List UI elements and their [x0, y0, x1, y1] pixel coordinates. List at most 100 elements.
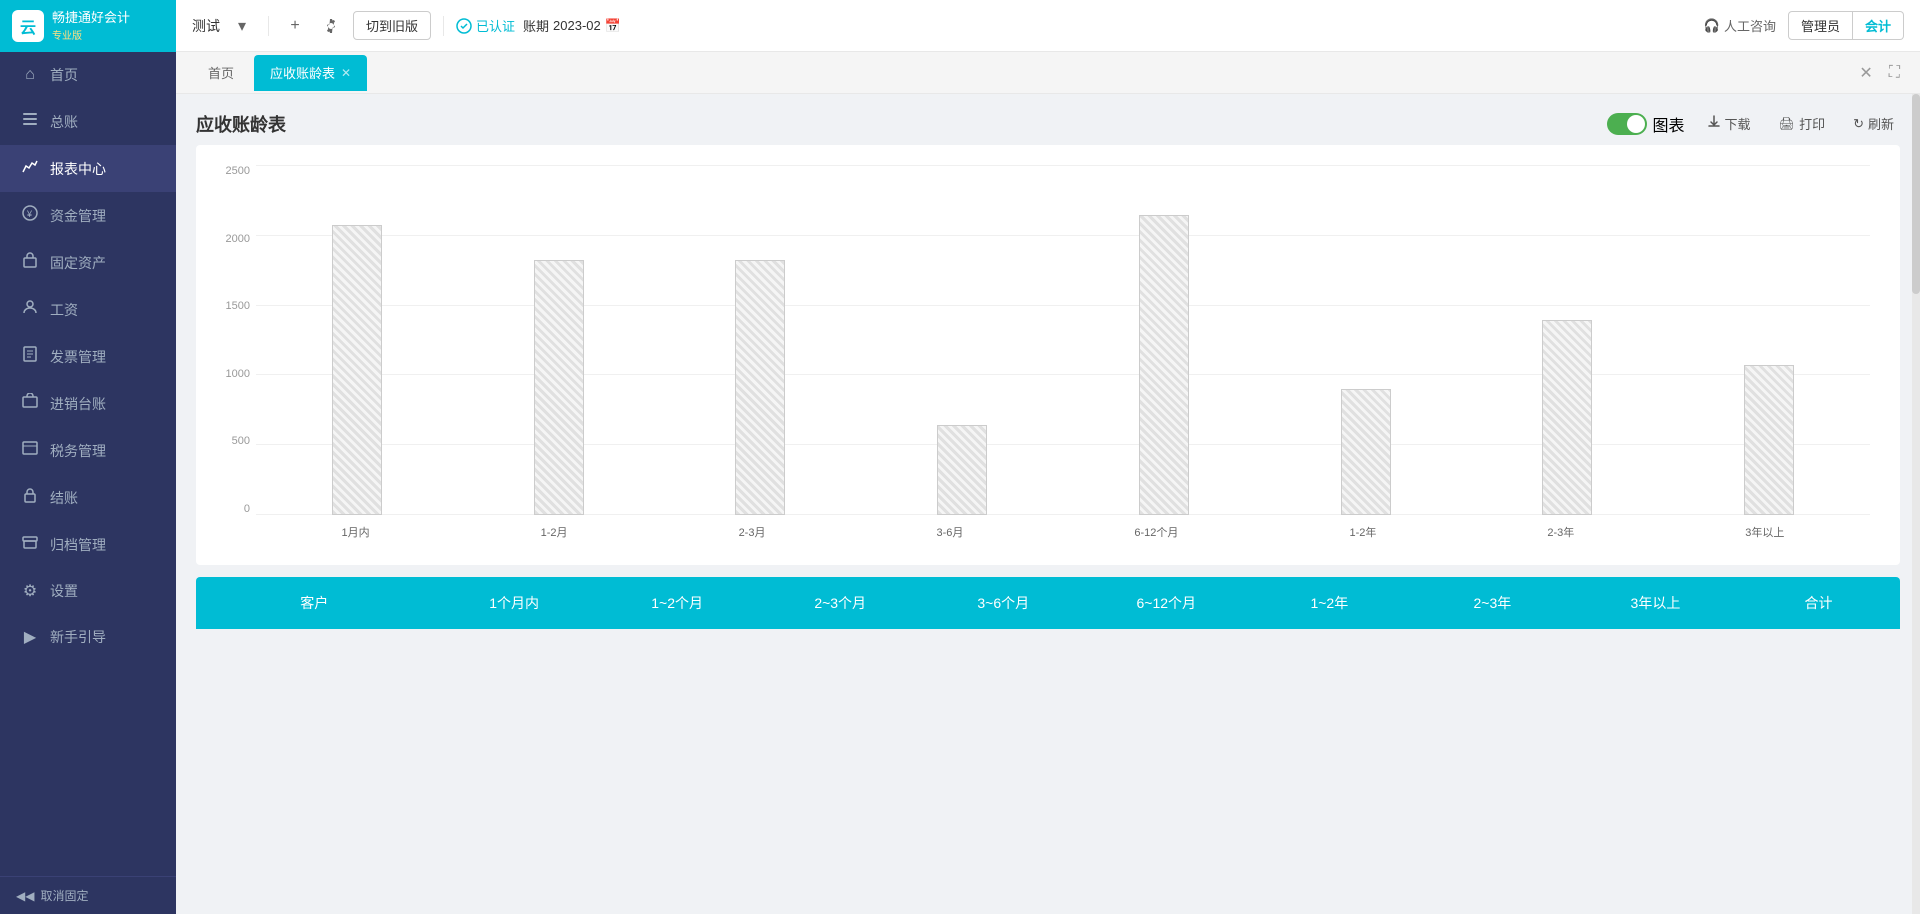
sidebar-label-guide: 新手引导: [50, 627, 106, 647]
tab-home[interactable]: 首页: [192, 55, 250, 91]
sidebar-item-assets[interactable]: 固定资产: [0, 239, 176, 286]
workspace-dropdown-button[interactable]: ▾: [228, 12, 256, 40]
y-label-1500: 1500: [206, 300, 250, 312]
bar-group-m2-3: [735, 260, 785, 515]
x-label-y2-3: 2-3年: [1547, 524, 1574, 540]
logo-title: 畅捷通好会计: [52, 10, 130, 27]
logo-text-block: 畅捷通好会计 专业版: [52, 10, 130, 42]
bar-group-y2-3: [1542, 320, 1592, 515]
col-m3-6-label: 3~6个月: [977, 595, 1029, 611]
sidebar-item-home[interactable]: ⌂ 首页: [0, 52, 176, 98]
print-icon: 🖨: [1779, 116, 1796, 132]
x-label-m6-12: 6-12个月: [1134, 524, 1178, 540]
bar-y3plus: [1744, 365, 1794, 515]
bar-group-y3plus: [1744, 365, 1794, 515]
switch-version-button[interactable]: 切到旧版: [353, 11, 431, 40]
sidebar-item-payroll[interactable]: 工资: [0, 286, 176, 333]
sidebar-label-tax: 税务管理: [50, 441, 106, 461]
headset-icon: 🎧: [1704, 18, 1720, 34]
bar-m1-2: [534, 260, 584, 515]
topbar-divider-1: [268, 16, 269, 36]
sidebar-item-archive[interactable]: 归档管理: [0, 521, 176, 568]
toggle-track[interactable]: [1607, 113, 1647, 135]
print-label: 打印: [1799, 114, 1825, 133]
tabbar: 首页 应收账龄表 ✕ ✕ ⛶: [176, 52, 1920, 94]
col-y2-3-label: 2~3年: [1474, 595, 1512, 611]
close-tab-button[interactable]: ✕: [1855, 59, 1876, 87]
sidebar-label-close: 结账: [50, 488, 78, 508]
tax-icon: [20, 440, 40, 461]
col-m1-2-label: 1~2个月: [651, 595, 703, 611]
unpin-label: 取消固定: [40, 887, 88, 904]
col-y3plus-label: 3年以上: [1631, 595, 1681, 611]
sidebar-item-close[interactable]: 结账: [0, 474, 176, 521]
bar-y1-2: [1341, 389, 1391, 515]
print-button[interactable]: 🖨 打印: [1773, 110, 1832, 137]
sidebar-item-reports[interactable]: 报表中心: [0, 145, 176, 192]
y-label-2500: 2500: [206, 165, 250, 177]
sidebar-item-ledger[interactable]: 总账: [0, 98, 176, 145]
bar-group-y1-2: [1341, 389, 1391, 515]
ledger-icon: [20, 111, 40, 132]
sidebar-item-guide[interactable]: ▶ 新手引导: [0, 614, 176, 660]
chart-inner: 0 500 1000 1500 2000 2500: [196, 145, 1900, 565]
role-button[interactable]: 会计: [1853, 11, 1904, 40]
y-label-0: 0: [206, 503, 250, 515]
download-button[interactable]: 下载: [1701, 110, 1757, 137]
sidebar-item-settings[interactable]: ⚙ 设置: [0, 568, 176, 614]
page-content: 应收账龄表 图表 下载 🖨 打印: [176, 94, 1920, 914]
sidebar-label-invoice: 发票管理: [50, 347, 106, 367]
chart-toggle[interactable]: 图表: [1607, 112, 1685, 136]
period-text: 账期: [523, 16, 549, 35]
reports-icon: [20, 158, 40, 179]
refresh-icon: ↻: [1853, 116, 1864, 132]
bar-group-m3-6: [937, 425, 987, 515]
col-header-y3plus: 3年以上: [1574, 593, 1737, 613]
x-labels: 1月内 1-2月 2-3月 3-6月 6-12个月 1-2年 2-3年 3年以上: [256, 519, 1870, 545]
tab-ar-aging[interactable]: 应收账龄表 ✕: [254, 55, 367, 91]
col-header-m1-2: 1~2个月: [596, 593, 759, 613]
user-button[interactable]: 管理员: [1788, 11, 1853, 40]
scrollbar[interactable]: [1912, 94, 1920, 914]
tabbar-right-actions: ✕ ⛶: [1855, 59, 1904, 87]
sidebar-item-funds[interactable]: ¥ 资金管理: [0, 192, 176, 239]
tab-ar-aging-close[interactable]: ✕: [341, 66, 351, 80]
sidebar-item-tax[interactable]: 税务管理: [0, 427, 176, 474]
y-axis: 0 500 1000 1500 2000 2500: [206, 165, 250, 515]
sidebar-item-inventory[interactable]: 进销台账: [0, 380, 176, 427]
x-label-m2-3: 2-3月: [739, 524, 766, 540]
bar-m3-6: [937, 425, 987, 515]
sidebar-label-funds: 资金管理: [50, 206, 106, 226]
sidebar-item-invoice[interactable]: 发票管理: [0, 333, 176, 380]
bar-group-m6-12: [1139, 215, 1189, 515]
settings-gear-button[interactable]: [317, 12, 345, 40]
unpin-button[interactable]: ◀◀ 取消固定: [0, 876, 176, 914]
col-header-m2-3: 2~3个月: [759, 593, 922, 613]
refresh-button[interactable]: ↻ 刷新: [1847, 110, 1900, 137]
bar-group-m1-2: [534, 260, 584, 515]
chart-area: 0 500 1000 1500 2000 2500: [256, 165, 1870, 545]
col-header-m6-12: 6~12个月: [1085, 593, 1248, 613]
col-header-m1: 1个月内: [433, 593, 596, 613]
bar-group-m1: [332, 225, 382, 515]
sidebar-label-ledger: 总账: [50, 112, 78, 132]
topbar-right: 🎧 人工咨询 管理员 会计: [1704, 11, 1904, 40]
home-icon: ⌂: [20, 66, 40, 84]
y-label-2000: 2000: [206, 233, 250, 245]
col-m1-label: 1个月内: [489, 595, 539, 611]
support-label: 人工咨询: [1724, 16, 1776, 35]
col-header-customer: 客户: [196, 593, 433, 613]
col-total-label: 合计: [1804, 595, 1832, 611]
sidebar-nav: ⌂ 首页 总账 报表中心 ¥ 资金管理 固定资产: [0, 52, 176, 876]
expand-tab-button[interactable]: ⛶: [1885, 60, 1904, 86]
user-role-buttons: 管理员 会计: [1788, 11, 1904, 40]
table-header: 客户 1个月内 1~2个月 2~3个月 3~6个月 6~12个月 1~2年 2~…: [196, 577, 1900, 629]
calendar-icon: 📅: [605, 18, 621, 34]
toggle-label: 图表: [1653, 112, 1685, 136]
add-workspace-button[interactable]: +: [281, 12, 309, 40]
sidebar: 云 畅捷通好会计 专业版 ⌂ 首页 总账 报表中心 ¥ 资金管理: [0, 0, 176, 914]
topbar-divider-2: [443, 16, 444, 36]
x-label-m1: 1月内: [342, 524, 370, 540]
support-button[interactable]: 🎧 人工咨询: [1704, 16, 1776, 35]
sidebar-label-settings: 设置: [50, 581, 78, 601]
